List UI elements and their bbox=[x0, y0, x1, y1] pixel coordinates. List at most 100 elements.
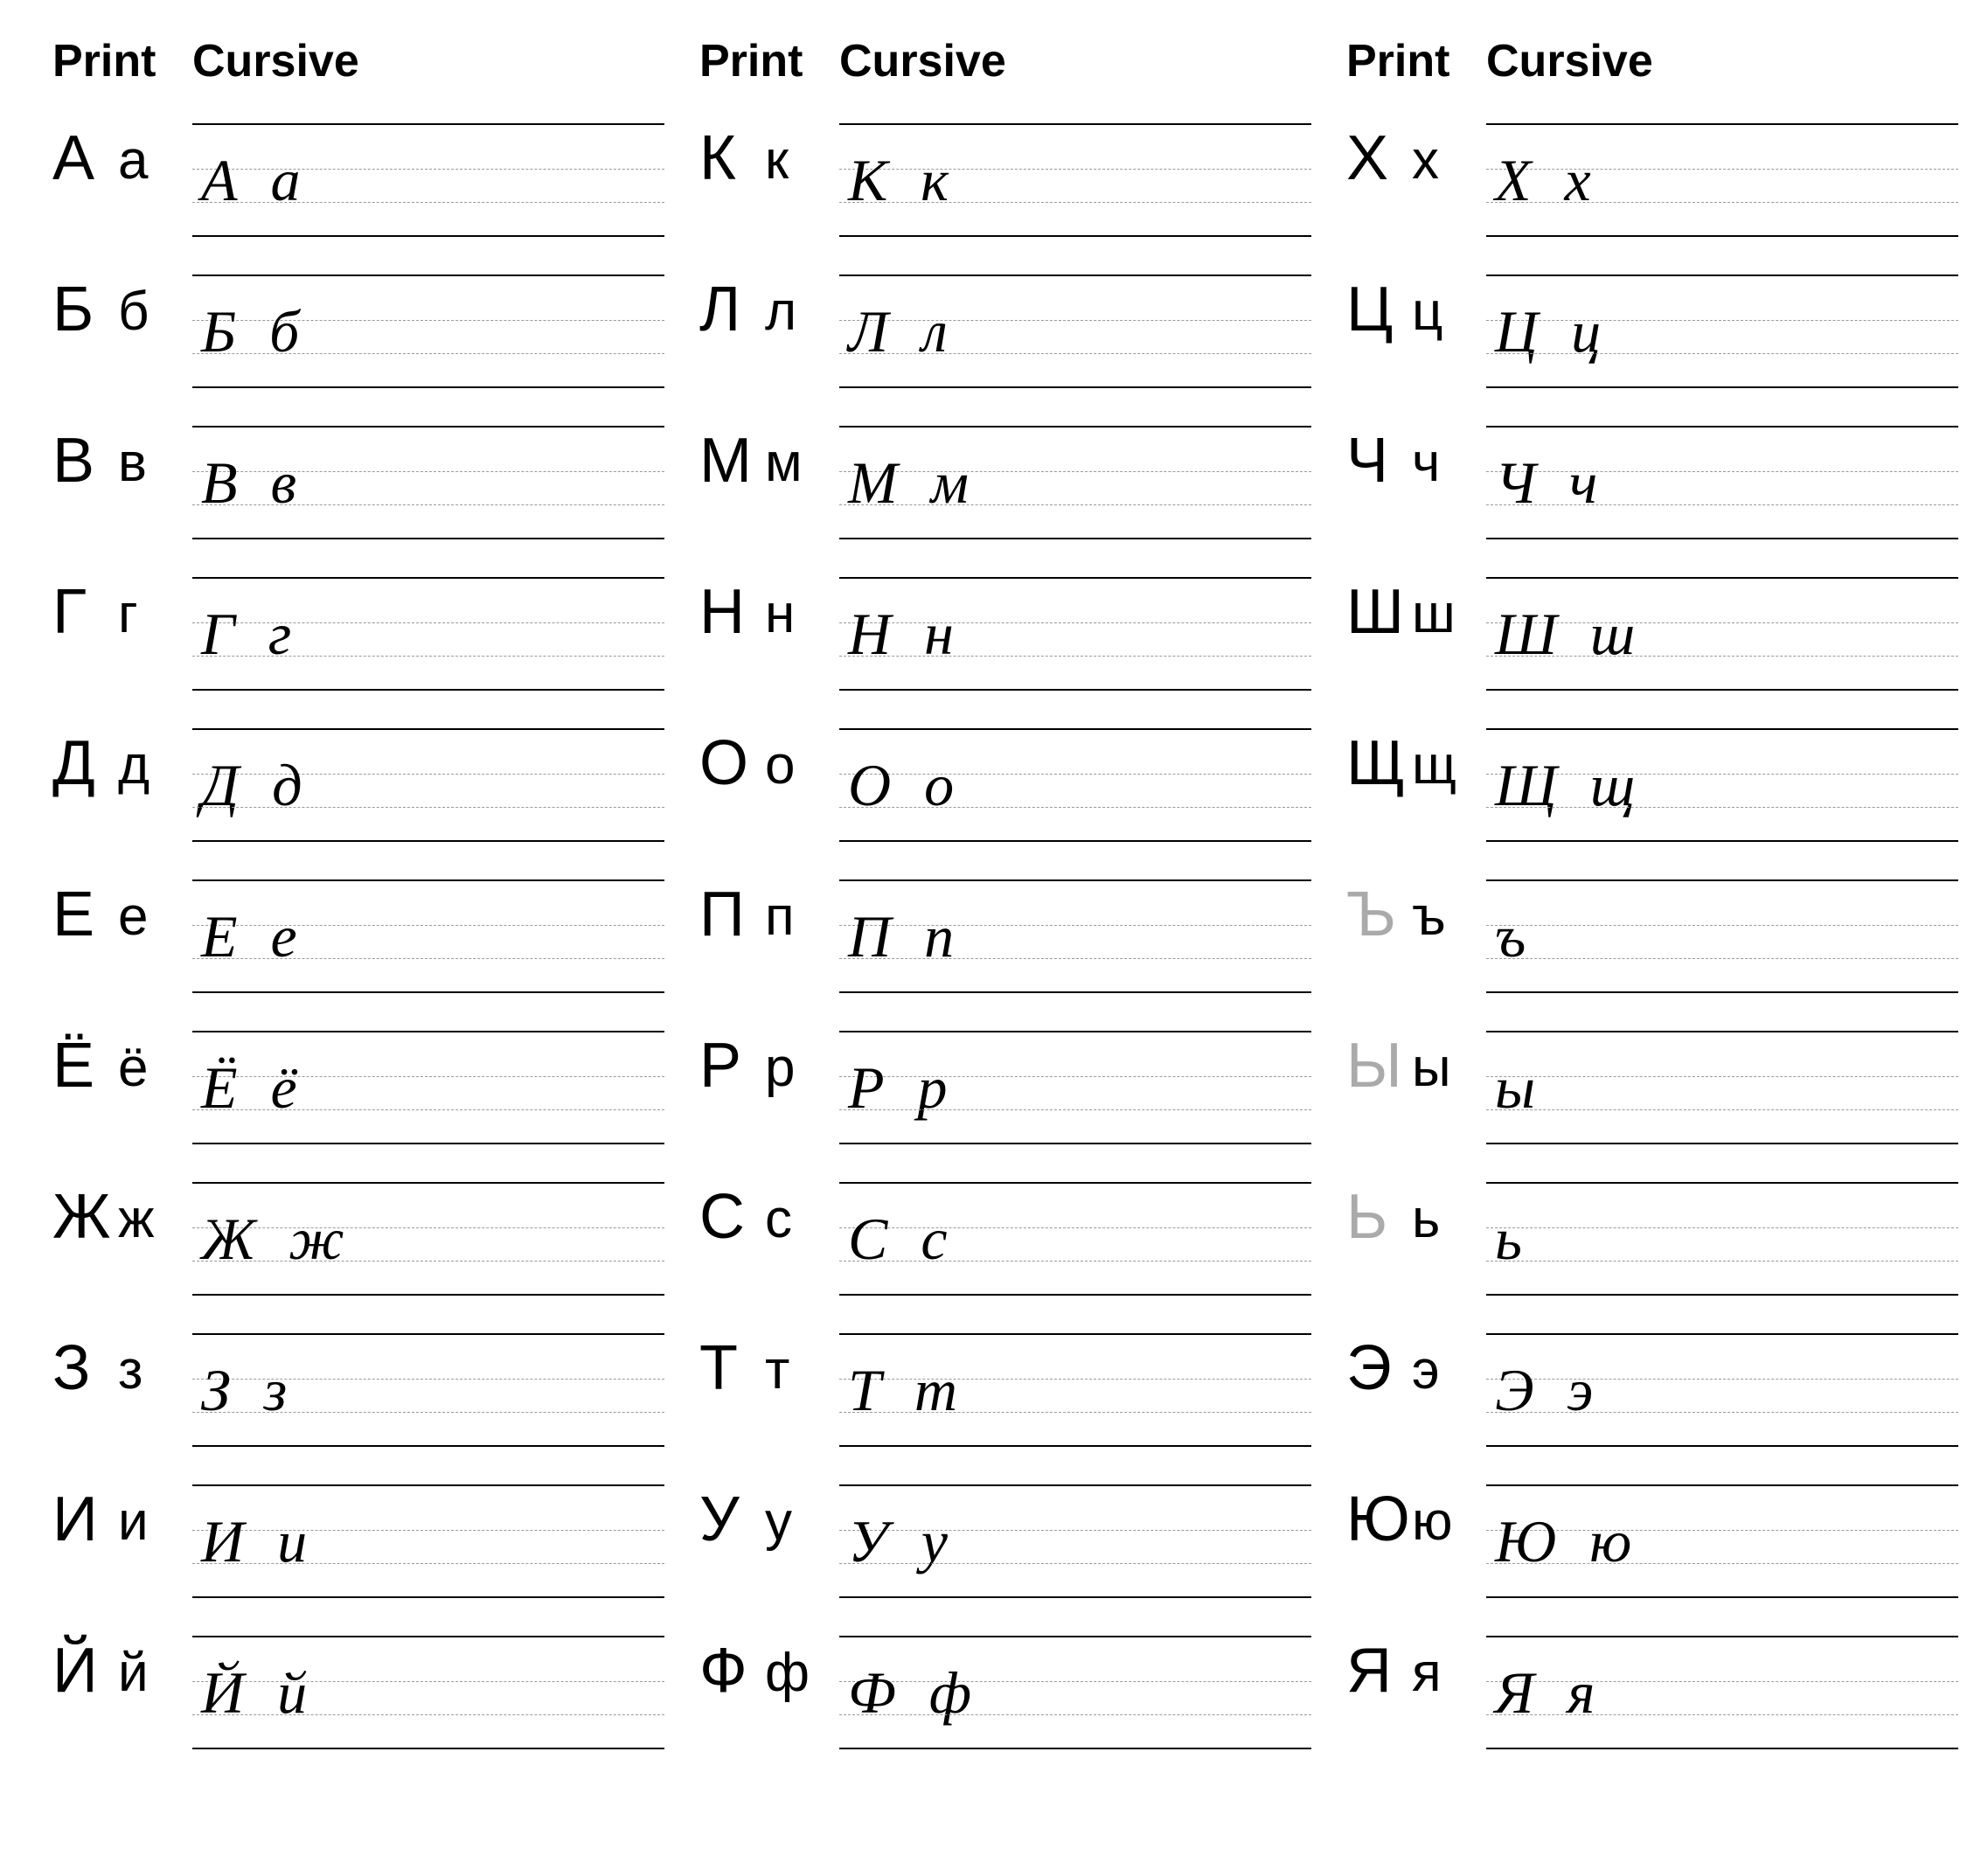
alphabet-grid: АаАаБбБбВвВвГгГгДдДдЕеЕеЁёЁёЖжЖжЗзЗзИиИи… bbox=[52, 118, 1936, 1782]
cursive-upper: Х bbox=[1495, 146, 1539, 215]
cursive-box: Юю bbox=[1486, 1479, 1958, 1598]
letter-row: КкКк bbox=[699, 118, 1311, 245]
cursive-lower: г bbox=[268, 600, 299, 669]
cursive-upper: А bbox=[201, 146, 245, 215]
print-lowercase: я bbox=[1412, 1630, 1477, 1700]
print-lowercase: ж bbox=[118, 1177, 184, 1247]
cursive-lower: д bbox=[272, 751, 309, 820]
print-uppercase: А bbox=[52, 118, 118, 190]
cursive-letters: Щщ bbox=[1495, 730, 1950, 840]
letter-row: ЁёЁё bbox=[52, 1025, 664, 1152]
print-lowercase: в bbox=[118, 421, 184, 490]
lined-area: Сс bbox=[839, 1182, 1311, 1296]
cursive-lower: ф bbox=[929, 1658, 978, 1727]
cursive-letters: Фф bbox=[848, 1637, 1303, 1748]
col3-print-label: Print bbox=[1346, 35, 1412, 87]
letter-row: СсСс bbox=[699, 1177, 1311, 1303]
col2-header: Print Cursive bbox=[699, 35, 1311, 87]
cursive-lower: у bbox=[921, 1507, 955, 1576]
cursive-lower: а bbox=[271, 146, 308, 215]
column-1: АаАаБбБбВвВвГгГгДдДдЕеЕеЁёЁёЖжЖжЗзЗзИиИи… bbox=[52, 118, 664, 1782]
cursive-lower: о bbox=[924, 751, 961, 820]
lined-area: ы bbox=[1486, 1031, 1958, 1144]
print-lowercase: ы bbox=[1412, 1025, 1477, 1095]
lined-area: Чч bbox=[1486, 426, 1958, 539]
print-lowercase: д bbox=[118, 723, 184, 793]
print-lowercase: ё bbox=[118, 1025, 184, 1095]
print-lowercase: а bbox=[118, 118, 184, 188]
print-uppercase: П bbox=[699, 874, 765, 946]
cursive-box: Тт bbox=[839, 1328, 1311, 1447]
cursive-letters: ъ bbox=[1495, 881, 1950, 991]
print-uppercase: Б bbox=[52, 269, 118, 341]
cursive-upper: Д bbox=[201, 751, 246, 820]
cursive-box: Сс bbox=[839, 1177, 1311, 1296]
cursive-box: Яя bbox=[1486, 1630, 1958, 1749]
cursive-letters: Уу bbox=[848, 1486, 1303, 1596]
cursive-letters: Тт bbox=[848, 1335, 1303, 1445]
print-lowercase: ф bbox=[765, 1630, 831, 1700]
print-lowercase: б bbox=[118, 269, 184, 339]
cursive-box: Ее bbox=[192, 874, 664, 993]
print-lowercase: ъ bbox=[1412, 874, 1477, 944]
cursive-lower: п bbox=[924, 902, 961, 971]
print-lowercase: ш bbox=[1412, 572, 1477, 642]
cursive-lower: р bbox=[918, 1053, 955, 1123]
lined-area: Цц bbox=[1486, 275, 1958, 388]
cursive-upper: Ж bbox=[201, 1205, 262, 1274]
cursive-lower: й bbox=[277, 1658, 314, 1727]
col3-header: Print Cursive bbox=[1346, 35, 1958, 87]
cursive-box: ъ bbox=[1486, 874, 1958, 993]
cursive-upper: З bbox=[201, 1356, 238, 1425]
letter-row: ЦцЦц bbox=[1346, 269, 1958, 396]
lined-area: Хх bbox=[1486, 123, 1958, 237]
print-uppercase: Ё bbox=[52, 1025, 118, 1097]
letter-row: ВвВв bbox=[52, 421, 664, 547]
cursive-upper: Ц bbox=[1495, 297, 1545, 366]
print-uppercase: В bbox=[52, 421, 118, 492]
lined-area: Жж bbox=[192, 1182, 664, 1296]
print-uppercase: У bbox=[699, 1479, 765, 1551]
print-lowercase: х bbox=[1412, 118, 1477, 188]
cursive-lower: ы bbox=[1495, 1053, 1542, 1123]
cursive-letters: Ёё bbox=[201, 1032, 656, 1143]
letter-row: ЛлЛл bbox=[699, 269, 1311, 396]
cursive-box: ы bbox=[1486, 1025, 1958, 1144]
cursive-letters: Яя bbox=[1495, 1637, 1950, 1748]
cursive-box: Хх bbox=[1486, 118, 1958, 237]
lined-area: Кк bbox=[839, 123, 1311, 237]
print-lowercase: ц bbox=[1412, 269, 1477, 339]
column-2: КкКкЛлЛлМмМмНнНнОоОоПпПпРрРрСсСсТтТтУуУу… bbox=[699, 118, 1311, 1782]
column-3: ХхХхЦцЦцЧчЧчШшШшЩщЩщЪъъЫыыЬььЭэЭэЮюЮюЯяЯ… bbox=[1346, 118, 1958, 1782]
lined-area: Яя bbox=[1486, 1636, 1958, 1749]
cursive-letters: Бб bbox=[201, 276, 656, 386]
cursive-box: Ии bbox=[192, 1479, 664, 1598]
cursive-upper: К bbox=[848, 146, 894, 215]
lined-area: Гг bbox=[192, 577, 664, 691]
col3-cursive-label: Cursive bbox=[1486, 35, 1958, 87]
letter-row: ХхХх bbox=[1346, 118, 1958, 245]
print-lowercase: п bbox=[765, 874, 831, 944]
print-uppercase: С bbox=[699, 1177, 765, 1248]
print-lowercase: ю bbox=[1412, 1479, 1477, 1549]
print-uppercase: О bbox=[699, 723, 765, 795]
print-uppercase: Ы bbox=[1346, 1025, 1412, 1097]
col2-print-label: Print bbox=[699, 35, 765, 87]
cursive-upper: В bbox=[201, 448, 245, 518]
print-uppercase: И bbox=[52, 1479, 118, 1551]
cursive-upper: Ю bbox=[1495, 1507, 1563, 1576]
letter-row: БбБб bbox=[52, 269, 664, 396]
cursive-lower: к bbox=[921, 146, 956, 215]
print-uppercase: Л bbox=[699, 269, 765, 341]
cursive-upper: С bbox=[848, 1205, 894, 1274]
lined-area: Ёё bbox=[192, 1031, 664, 1144]
cursive-box: Жж bbox=[192, 1177, 664, 1296]
cursive-upper: Г bbox=[201, 600, 242, 669]
cursive-box: Лл bbox=[839, 269, 1311, 388]
letter-row: Ыыы bbox=[1346, 1025, 1958, 1152]
print-uppercase: М bbox=[699, 421, 765, 492]
cursive-box: Шш bbox=[1486, 572, 1958, 691]
lined-area: Оо bbox=[839, 728, 1311, 842]
cursive-box: Гг bbox=[192, 572, 664, 691]
letter-row: ДдДд bbox=[52, 723, 664, 850]
